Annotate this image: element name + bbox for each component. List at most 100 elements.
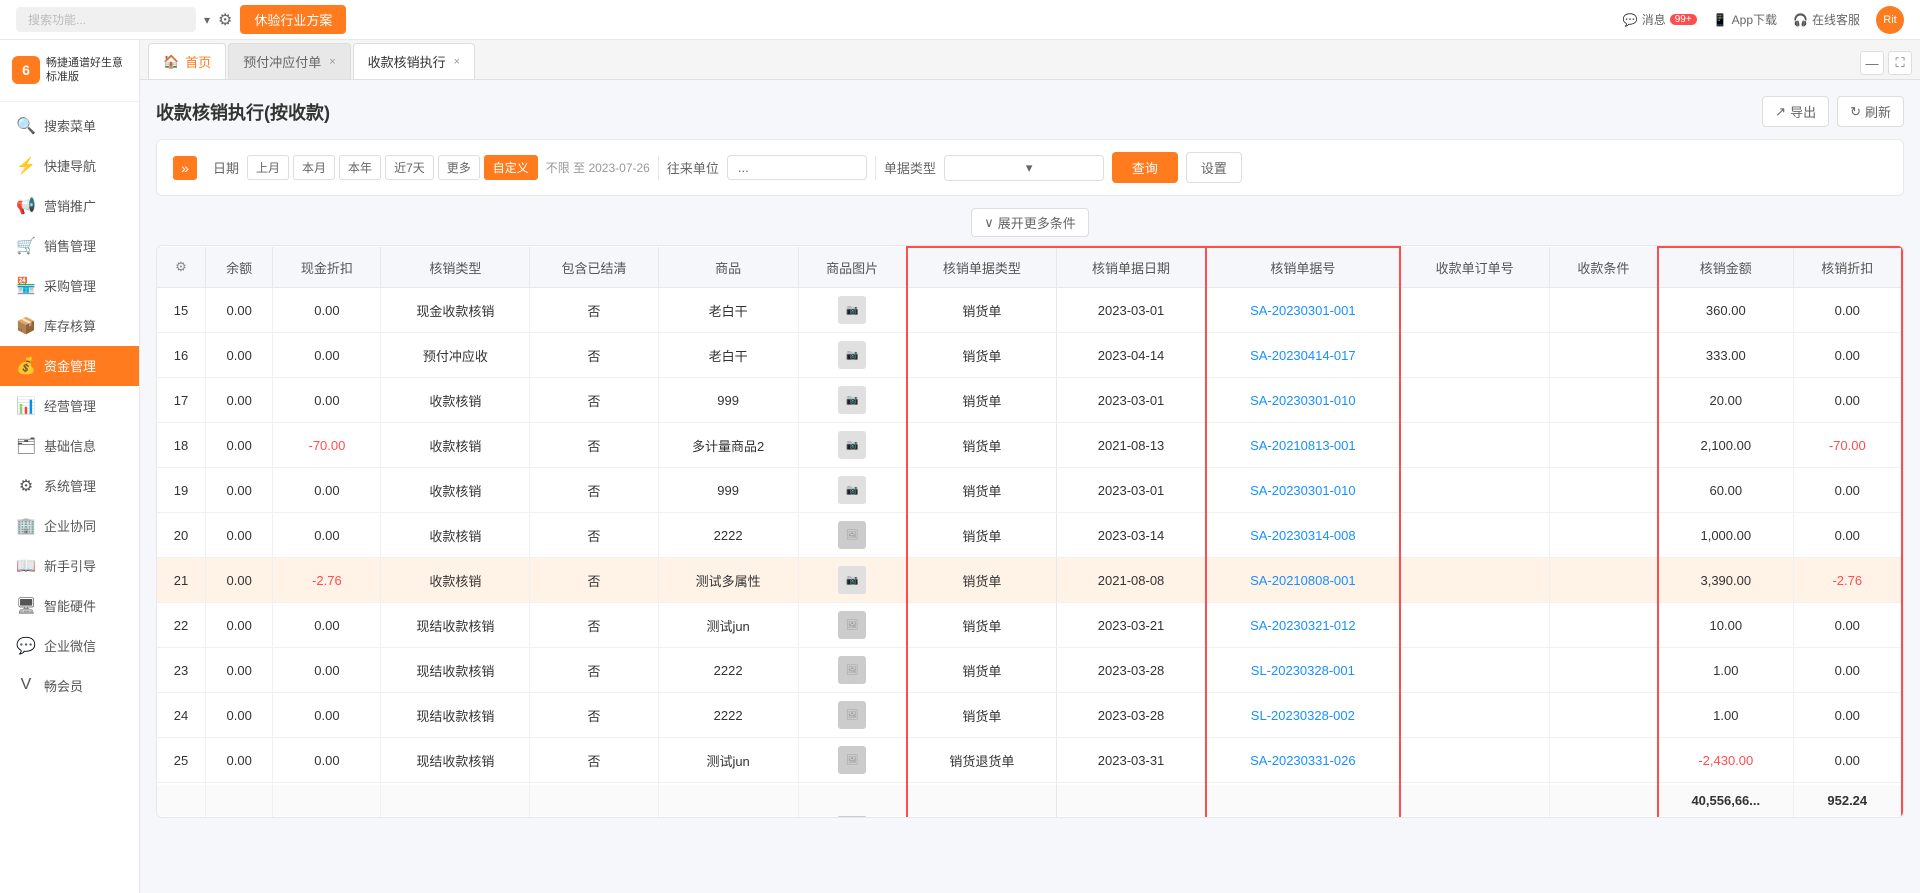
- solution-button[interactable]: 休验行业方案: [240, 5, 346, 34]
- td-hs-bill-no[interactable]: SA-20230301-010: [1206, 468, 1399, 513]
- sidebar-item-system[interactable]: ⚙ 系统管理: [0, 466, 139, 506]
- main-layout: 6 畅捷通谱好生意 标准版 🔍 搜索菜单 ⚡ 快捷导航 📢 营销推广 🛒 销售管…: [0, 40, 1920, 893]
- td-hs-bill-no[interactable]: SA-20210813-001: [1206, 423, 1399, 468]
- sidebar-item-basic[interactable]: 🗂 基础信息: [0, 426, 139, 466]
- date-buttons: 上月 本月 本年 近7天 更多 自定义: [247, 155, 538, 180]
- td-hs-bill-no[interactable]: SA-20230314-008: [1206, 513, 1399, 558]
- td-hs-bill-date: 2023-04-14: [1056, 333, 1206, 378]
- td-receipt-order-no: [1400, 468, 1550, 513]
- sidebar-item-inventory[interactable]: 📦 库存核算: [0, 306, 139, 346]
- sidebar-item-wechat[interactable]: 💬 企业微信: [0, 626, 139, 666]
- td-hs-bill-type: 销货单: [907, 288, 1057, 333]
- footer-receipt-order-no: [1400, 785, 1550, 818]
- sidebar-item-operation[interactable]: 📊 经营管理: [0, 386, 139, 426]
- td-receipt-order-no: [1400, 738, 1550, 783]
- app-download-item[interactable]: 📱 App下载: [1713, 11, 1777, 28]
- th-include-settled: 包含已结清: [530, 247, 658, 288]
- basic-icon: 🗂: [16, 436, 36, 456]
- filter-toggle-button[interactable]: »: [173, 156, 197, 180]
- sidebar-item-member[interactable]: V 畅会员: [0, 666, 139, 705]
- th-receipt-condition: 收款条件: [1549, 247, 1658, 288]
- query-button[interactable]: 查询: [1112, 152, 1178, 183]
- sidebar-item-purchase[interactable]: 🏪 采购管理: [0, 266, 139, 306]
- avatar[interactable]: Rit: [1876, 6, 1904, 34]
- td-hs-bill-type: 销货单: [907, 513, 1057, 558]
- td-hs-bill-no[interactable]: SL-20230328-002: [1206, 693, 1399, 738]
- dropdown-arrow[interactable]: ▾: [204, 13, 210, 27]
- td-hs-bill-type: 销货单: [907, 693, 1057, 738]
- date-more[interactable]: 更多: [438, 155, 480, 180]
- search-box[interactable]: 搜索功能...: [16, 7, 196, 32]
- date-this-month[interactable]: 本月: [293, 155, 335, 180]
- expand-label: 展开更多条件: [998, 213, 1076, 232]
- td-balance: 0.00: [206, 468, 273, 513]
- td-hs-bill-no[interactable]: SA-20210808-001: [1206, 558, 1399, 603]
- th-hs-bill-date: 核销单据日期: [1056, 247, 1206, 288]
- message-label: 消息: [1642, 11, 1666, 28]
- sidebar: 6 畅捷通谱好生意 标准版 🔍 搜索菜单 ⚡ 快捷导航 📢 营销推广 🛒 销售管…: [0, 40, 140, 893]
- td-cancel-amount: 60.00: [1658, 468, 1793, 513]
- td-hs-bill-no[interactable]: SA-20230321-012: [1206, 603, 1399, 648]
- td-goods-image: 🖼: [798, 603, 907, 648]
- sidebar-label-purchase: 采购管理: [44, 276, 96, 295]
- td-hs-bill-date: 2023-03-01: [1056, 288, 1206, 333]
- date-7days[interactable]: 近7天: [385, 155, 434, 180]
- sidebar-item-finance[interactable]: 💰 资金管理: [0, 346, 139, 386]
- tab-home[interactable]: 🏠 首页: [148, 43, 226, 79]
- th-gear[interactable]: ⚙: [157, 247, 206, 288]
- th-balance: 余额: [206, 247, 273, 288]
- td-hs-bill-date: 2021-08-13: [1056, 423, 1206, 468]
- bill-type-select[interactable]: ▾: [944, 155, 1104, 181]
- home-icon: 🏠: [163, 54, 179, 70]
- sidebar-item-guide[interactable]: 📖 新手引导: [0, 546, 139, 586]
- td-cash-discount: 0.00: [273, 468, 381, 513]
- date-this-year[interactable]: 本年: [339, 155, 381, 180]
- td-hs-bill-no[interactable]: SL-20230328-001: [1206, 648, 1399, 693]
- tab-minimize-button[interactable]: —: [1860, 51, 1884, 75]
- operation-icon: 📊: [16, 396, 36, 416]
- refresh-button[interactable]: ↻ 刷新: [1837, 96, 1904, 127]
- td-receipt-condition: [1549, 378, 1658, 423]
- top-bar-right: 💬 消息 99+ 📱 App下载 🎧 在线客服 Rit: [1623, 6, 1904, 34]
- settings-button[interactable]: 设置: [1186, 152, 1242, 183]
- td-hs-bill-no[interactable]: SA-20230301-010: [1206, 378, 1399, 423]
- date-custom[interactable]: 自定义: [484, 155, 538, 180]
- sidebar-item-corp[interactable]: 🏢 企业协同: [0, 506, 139, 546]
- message-item[interactable]: 💬 消息 99+: [1623, 11, 1697, 28]
- source-select[interactable]: ...: [727, 155, 867, 180]
- td-hs-bill-no[interactable]: SA-20230331-026: [1206, 738, 1399, 783]
- app-icon: 📱: [1713, 13, 1728, 27]
- td-goods: 测试多属性: [658, 558, 798, 603]
- guide-icon: 📖: [16, 556, 36, 576]
- tab-maximize-button[interactable]: ⛶: [1888, 51, 1912, 75]
- td-hs-bill-no[interactable]: SA-20230414-017: [1206, 333, 1399, 378]
- sidebar-item-hardware[interactable]: 🖥 智能硬件: [0, 586, 139, 626]
- sidebar-item-marketing[interactable]: 📢 营销推广: [0, 186, 139, 226]
- tab-prepaid-close[interactable]: ×: [329, 56, 335, 68]
- expand-conditions-button[interactable]: ∨ 展开更多条件: [971, 208, 1089, 237]
- th-hs-bill-type: 核销单据类型: [907, 247, 1057, 288]
- gear-icon[interactable]: ⚙: [218, 10, 232, 30]
- table-container: ⚙ 余额 现金折扣 核销类型 包含已结清 商品 商品图片 核销单据类型 核销单据…: [156, 245, 1904, 818]
- footer-cancel-type: [381, 785, 530, 818]
- td-cancel-amount: 1.00: [1658, 693, 1793, 738]
- tab-prepaid[interactable]: 预付冲应付单 ×: [228, 43, 350, 79]
- table-row: 230.000.00现结收款核销否2222🖼销货单2023-03-28SL-20…: [157, 648, 1902, 693]
- table-footer-row: 40,556,66... 952.24: [157, 785, 1902, 818]
- sidebar-item-sales[interactable]: 🛒 销售管理: [0, 226, 139, 266]
- date-last-month[interactable]: 上月: [247, 155, 289, 180]
- td-receipt-order-no: [1400, 288, 1550, 333]
- sidebar-item-quicknav[interactable]: ⚡ 快捷导航: [0, 146, 139, 186]
- td-receipt-condition: [1549, 468, 1658, 513]
- td-receipt-order-no: [1400, 378, 1550, 423]
- service-item[interactable]: 🎧 在线客服: [1793, 11, 1860, 28]
- sidebar-item-search[interactable]: 🔍 搜索菜单: [0, 106, 139, 146]
- tab-receipt-cancel-close[interactable]: ×: [454, 56, 460, 68]
- td-hs-bill-type: 销货单: [907, 558, 1057, 603]
- table-row: 220.000.00现结收款核销否测试jun🖼销货单2023-03-21SA-2…: [157, 603, 1902, 648]
- td-hs-bill-no[interactable]: SA-20230301-001: [1206, 288, 1399, 333]
- td-goods: 2222: [658, 693, 798, 738]
- td-include-settled: 否: [530, 333, 658, 378]
- tab-receipt-cancel[interactable]: 收款核销执行 ×: [353, 43, 475, 79]
- export-button[interactable]: ↗ 导出: [1762, 96, 1829, 127]
